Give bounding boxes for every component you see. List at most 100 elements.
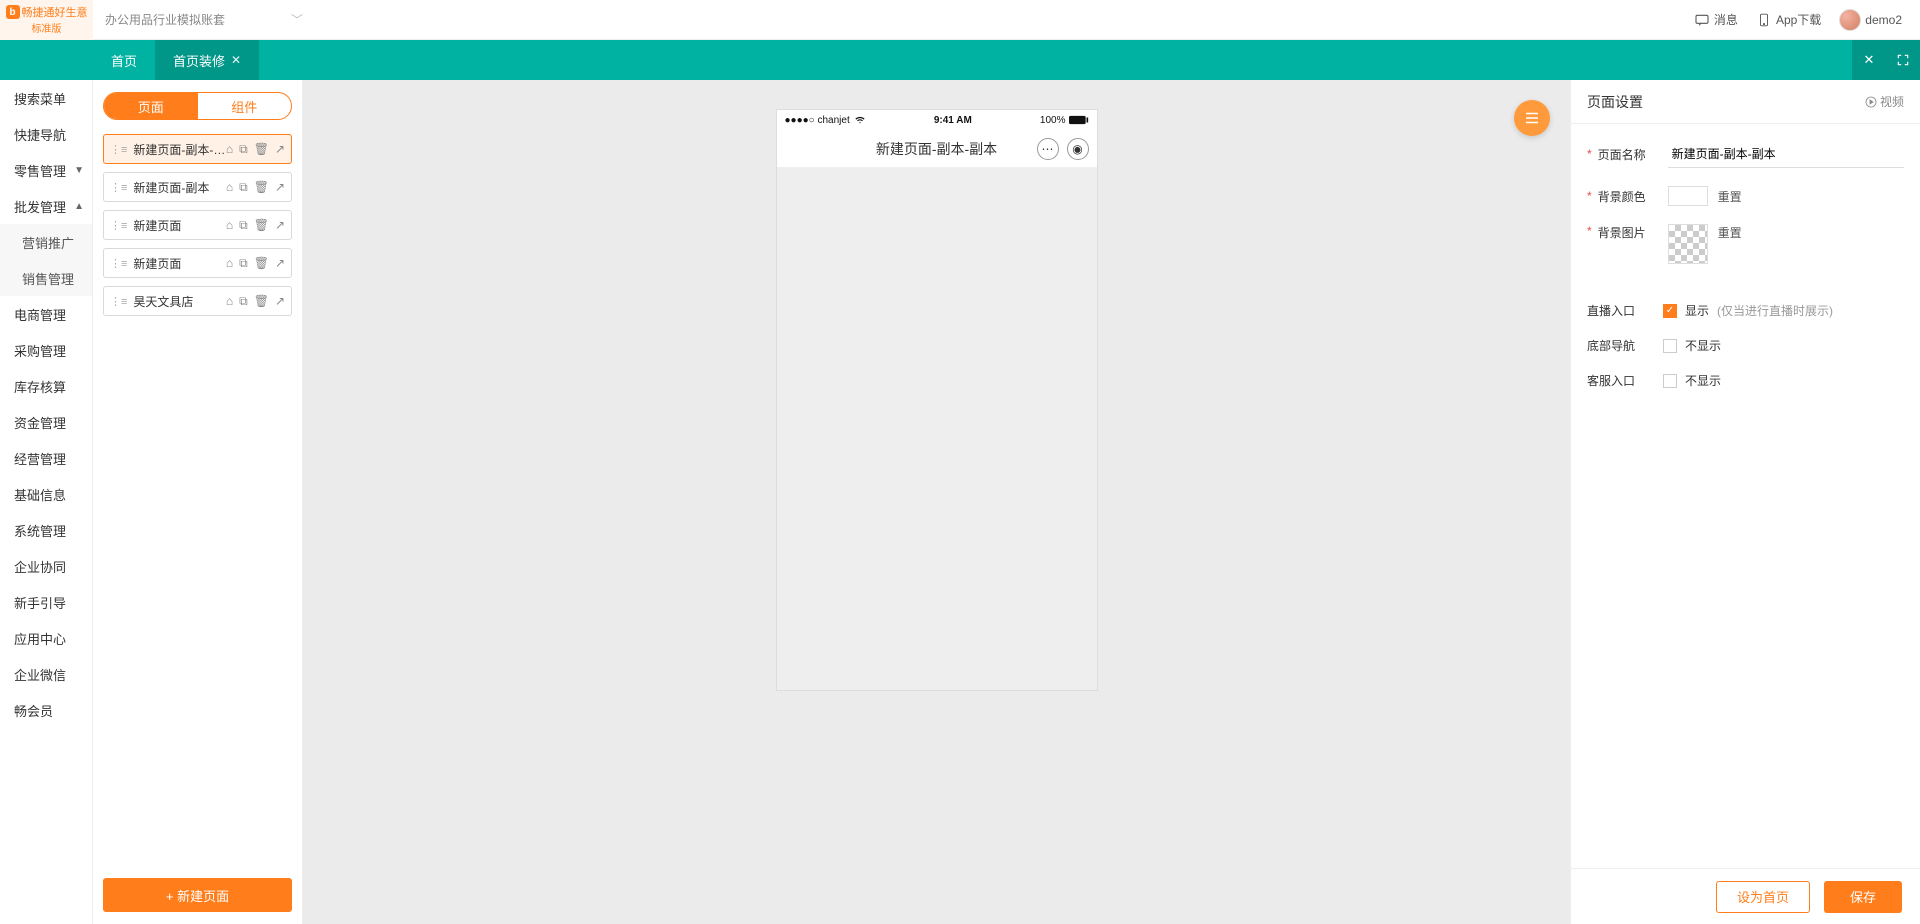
tab-home[interactable]: 首页 bbox=[93, 40, 155, 80]
nav-purchase[interactable]: 采购管理 bbox=[0, 332, 92, 368]
share-icon[interactable]: ↗ bbox=[275, 142, 285, 157]
label-bg-image: 背景图片 bbox=[1598, 224, 1668, 241]
share-icon[interactable]: ↗ bbox=[275, 294, 285, 309]
page-name: 新建页面-副本-副本 bbox=[133, 141, 225, 158]
reset-bgcolor-button[interactable]: 重置 bbox=[1718, 188, 1742, 205]
home-icon[interactable]: ⌂ bbox=[226, 142, 233, 157]
share-icon[interactable]: ↗ bbox=[275, 218, 285, 233]
nav-sales[interactable]: 销售管理 bbox=[0, 260, 92, 296]
service-checkbox[interactable] bbox=[1663, 374, 1677, 388]
home-icon[interactable]: ⌂ bbox=[226, 180, 233, 195]
messages-label: 消息 bbox=[1714, 11, 1738, 28]
delete-icon[interactable]: 🗑 bbox=[254, 142, 269, 157]
bottom-nav-checkbox[interactable] bbox=[1663, 339, 1677, 353]
close-icon[interactable]: ✕ bbox=[231, 53, 241, 67]
logo-mark-icon: b bbox=[6, 5, 20, 19]
bg-image-picker[interactable] bbox=[1668, 224, 1708, 264]
delete-icon[interactable]: 🗑 bbox=[254, 180, 269, 195]
logo-subtitle: 标准版 bbox=[32, 20, 62, 35]
home-icon[interactable]: ⌂ bbox=[226, 256, 233, 271]
more-icon[interactable]: ⋯ bbox=[1037, 138, 1059, 160]
panel-tab-component[interactable]: 组件 bbox=[198, 93, 292, 119]
close-all-tabs-button[interactable]: ✕ bbox=[1852, 40, 1886, 80]
tab-page-decoration[interactable]: 首页装修 ✕ bbox=[155, 40, 259, 80]
nav-ecommerce[interactable]: 电商管理 bbox=[0, 296, 92, 332]
copy-icon[interactable]: ⧉ bbox=[239, 294, 248, 309]
account-select[interactable]: 办公用品行业模拟账套 ﹀ bbox=[93, 0, 313, 40]
panel-tab-switch: 页面 组件 bbox=[103, 92, 292, 120]
panel-tab-page[interactable]: 页面 bbox=[104, 93, 198, 119]
reset-bgimg-button[interactable]: 重置 bbox=[1718, 224, 1742, 241]
caret-up-icon: ▲ bbox=[74, 201, 84, 212]
set-home-button[interactable]: 设为首页 bbox=[1716, 881, 1810, 913]
field-page-name: * 页面名称 bbox=[1587, 140, 1904, 168]
page-name-input[interactable] bbox=[1668, 140, 1904, 168]
share-icon[interactable]: ↗ bbox=[275, 256, 285, 271]
page-row[interactable]: ⋮≡ 新建页面-副本 ⌂⧉🗑↗ bbox=[103, 172, 292, 202]
service-label: 不显示 bbox=[1685, 372, 1721, 389]
delete-icon[interactable]: 🗑 bbox=[254, 218, 269, 233]
nav-marketing[interactable]: 营销推广 bbox=[0, 224, 92, 260]
nav-app-center[interactable]: 应用中心 bbox=[0, 620, 92, 656]
fullscreen-button[interactable] bbox=[1886, 40, 1920, 80]
username: demo2 bbox=[1865, 13, 1902, 27]
nav-finance[interactable]: 资金管理 bbox=[0, 404, 92, 440]
share-icon[interactable]: ↗ bbox=[275, 180, 285, 195]
nav-search-menu[interactable]: 搜索菜单 bbox=[0, 80, 92, 116]
menu-fab[interactable] bbox=[1514, 100, 1550, 136]
nav-guide[interactable]: 新手引导 bbox=[0, 584, 92, 620]
nav-wholesale-sub: 营销推广 销售管理 bbox=[0, 224, 92, 296]
nav-quick[interactable]: 快捷导航 bbox=[0, 116, 92, 152]
page-row[interactable]: ⋮≡ 新建页面 ⌂ ⧉ 🗑 ↗ bbox=[103, 248, 292, 278]
properties-panel: 页面设置 视频 * 页面名称 * 背景颜色 重置 * 背景图片 重 bbox=[1570, 80, 1920, 924]
copy-icon[interactable]: ⧉ bbox=[239, 256, 248, 271]
label-bg-color: 背景颜色 bbox=[1598, 188, 1668, 205]
live-show-label: 显示 bbox=[1685, 302, 1709, 319]
nav-member[interactable]: 畅会员 bbox=[0, 692, 92, 728]
bg-color-swatch[interactable] bbox=[1668, 186, 1708, 206]
user-menu[interactable]: demo2 bbox=[1839, 9, 1902, 31]
nav-wholesale[interactable]: 批发管理▲ bbox=[0, 188, 92, 224]
live-checkbox[interactable]: ✓ bbox=[1663, 304, 1677, 318]
delete-icon[interactable]: 🗑 bbox=[254, 294, 269, 309]
canvas: ●●●●○ chanjet 9:41 AM 100% 新建页面-副本-副本 ⋯ … bbox=[303, 80, 1570, 924]
nav-operation[interactable]: 经营管理 bbox=[0, 440, 92, 476]
page-row[interactable]: ⋮≡ 新建页面 ⌂⧉🗑↗ bbox=[103, 210, 292, 240]
phone-body[interactable] bbox=[777, 168, 1097, 690]
page-row[interactable]: ⋮≡ 新建页面-副本-副本 ⌂ ⧉ 🗑 ↗ bbox=[103, 134, 292, 164]
nav-collab[interactable]: 企业协同 bbox=[0, 548, 92, 584]
page-list: ⋮≡ 新建页面-副本-副本 ⌂ ⧉ 🗑 ↗ ⋮≡ 新建页面-副本 ⌂⧉🗑↗ ⋮≡… bbox=[103, 134, 292, 868]
top-actions: 消息 App下载 demo2 bbox=[1694, 9, 1920, 31]
messages-button[interactable]: 消息 bbox=[1694, 11, 1738, 28]
target-icon[interactable]: ◉ bbox=[1067, 138, 1089, 160]
copy-icon[interactable]: ⧉ bbox=[239, 142, 248, 157]
nav-retail[interactable]: 零售管理▼ bbox=[0, 152, 92, 188]
nav-wechat-work[interactable]: 企业微信 bbox=[0, 656, 92, 692]
tab-bar: 首页 首页装修 ✕ ✕ bbox=[0, 40, 1920, 80]
label-page-name: 页面名称 bbox=[1598, 146, 1668, 163]
logo[interactable]: b 畅捷通好生意 标准版 bbox=[0, 0, 93, 40]
field-bottom-nav: 底部导航 不显示 bbox=[1587, 337, 1904, 354]
save-button[interactable]: 保存 bbox=[1824, 881, 1902, 913]
drag-icon: ⋮≡ bbox=[110, 143, 127, 156]
home-icon[interactable]: ⌂ bbox=[226, 218, 233, 233]
panel-footer: 设为首页 保存 bbox=[1571, 868, 1920, 924]
new-page-button[interactable]: + 新建页面 bbox=[103, 878, 292, 912]
chevron-down-icon: ﹀ bbox=[291, 11, 303, 28]
page-row[interactable]: ⋮≡ 昊天文具店 ⌂ ⧉ 🗑 ↗ bbox=[103, 286, 292, 316]
nav-inventory[interactable]: 库存核算 bbox=[0, 368, 92, 404]
page-name: 新建页面 bbox=[133, 255, 225, 272]
page-name: 昊天文具店 bbox=[133, 293, 225, 310]
home-icon[interactable]: ⌂ bbox=[226, 294, 233, 309]
copy-icon[interactable]: ⧉ bbox=[239, 218, 248, 233]
copy-icon[interactable]: ⧉ bbox=[239, 180, 248, 195]
drag-icon: ⋮≡ bbox=[110, 295, 127, 308]
avatar-icon bbox=[1839, 9, 1861, 31]
label-service: 客服入口 bbox=[1587, 372, 1663, 389]
nav-basic-info[interactable]: 基础信息 bbox=[0, 476, 92, 512]
app-download-button[interactable]: App下载 bbox=[1756, 11, 1821, 28]
drag-icon: ⋮≡ bbox=[110, 257, 127, 270]
nav-system[interactable]: 系统管理 bbox=[0, 512, 92, 548]
video-help-button[interactable]: 视频 bbox=[1865, 93, 1904, 110]
delete-icon[interactable]: 🗑 bbox=[254, 256, 269, 271]
